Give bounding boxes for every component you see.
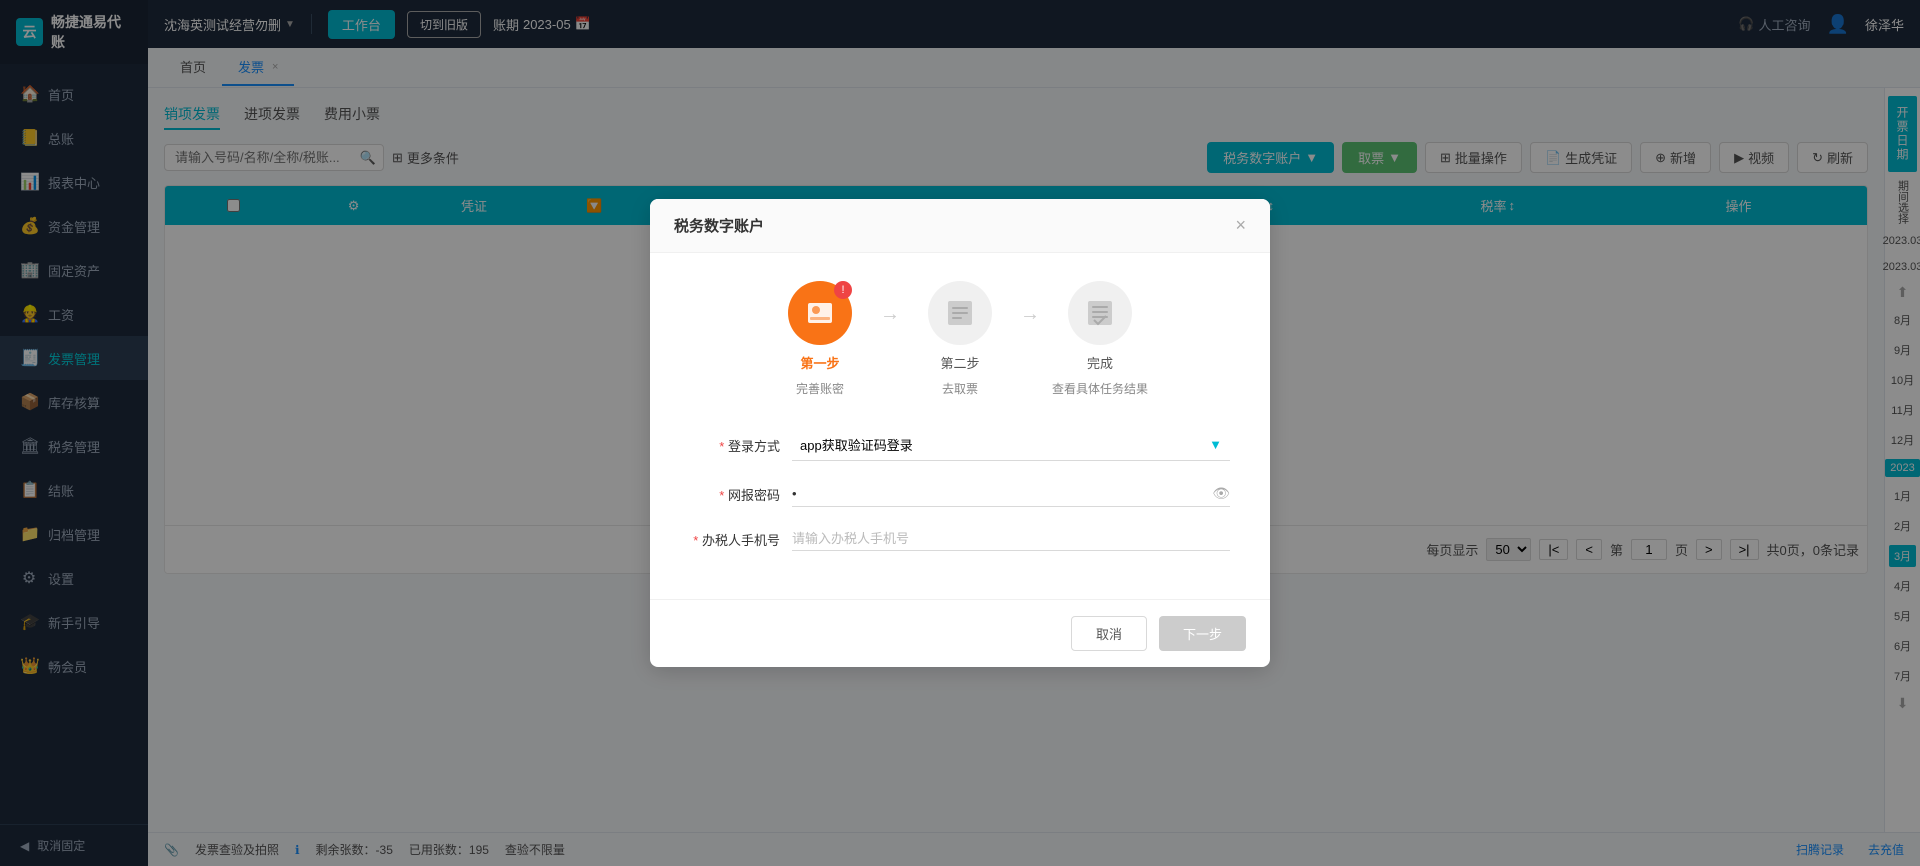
- step-2: 第二步 去取票: [900, 281, 1020, 397]
- cancel-button[interactable]: 取消: [1071, 616, 1147, 651]
- password-row: * 网报密码 👁: [690, 481, 1230, 507]
- modal-close-button[interactable]: ×: [1235, 215, 1246, 236]
- select-dropdown-icon: ▼: [1209, 437, 1222, 452]
- step-3-label: 完成: [1087, 353, 1113, 372]
- modal-title: 税务数字账户: [674, 215, 764, 236]
- phone-field-wrap: [792, 527, 1230, 551]
- password-eye-icon[interactable]: 👁: [1212, 485, 1230, 502]
- phone-row: * 办税人手机号: [690, 527, 1230, 551]
- step-2-icon: [928, 281, 992, 345]
- phone-input[interactable]: [792, 531, 1230, 546]
- required-marker: *: [719, 439, 724, 454]
- modal-stepper: ! 第一步 完善账密 →: [690, 281, 1230, 397]
- login-method-value: app获取验证码登录: [800, 435, 913, 454]
- phone-label: * 办税人手机号: [690, 530, 780, 549]
- step-1-icon: !: [788, 281, 852, 345]
- required-marker: *: [693, 533, 698, 548]
- password-input[interactable]: [792, 486, 1212, 501]
- login-method-select[interactable]: app获取验证码登录 ▼: [792, 429, 1230, 461]
- step-3-desc: 查看具体任务结果: [1052, 380, 1148, 397]
- modal-overlay: 税务数字账户 × ! 第一步 完善账密: [0, 0, 1920, 866]
- password-field-wrap: 👁: [792, 481, 1230, 507]
- modal-footer: 取消 下一步: [650, 599, 1270, 667]
- modal-body: ! 第一步 完善账密 →: [650, 253, 1270, 599]
- password-label: * 网报密码: [690, 485, 780, 504]
- step-1-desc: 完善账密: [796, 380, 844, 397]
- step-3-icon: [1068, 281, 1132, 345]
- step-1: ! 第一步 完善账密: [760, 281, 880, 397]
- step-3: 完成 查看具体任务结果: [1040, 281, 1160, 397]
- step-1-label: 第一步: [800, 353, 839, 372]
- step-arrow-2: →: [1020, 303, 1040, 326]
- modal-header: 税务数字账户 ×: [650, 199, 1270, 253]
- login-method-row: * 登录方式 app获取验证码登录 ▼: [690, 429, 1230, 461]
- step-2-desc: 去取票: [942, 380, 978, 397]
- tax-digital-modal: 税务数字账户 × ! 第一步 完善账密: [650, 199, 1270, 667]
- required-marker: *: [719, 488, 724, 503]
- login-method-label: * 登录方式: [690, 436, 780, 455]
- step-1-badge: !: [834, 281, 852, 299]
- step-arrow-1: →: [880, 303, 900, 326]
- next-button[interactable]: 下一步: [1159, 616, 1246, 651]
- step-2-label: 第二步: [940, 353, 979, 372]
